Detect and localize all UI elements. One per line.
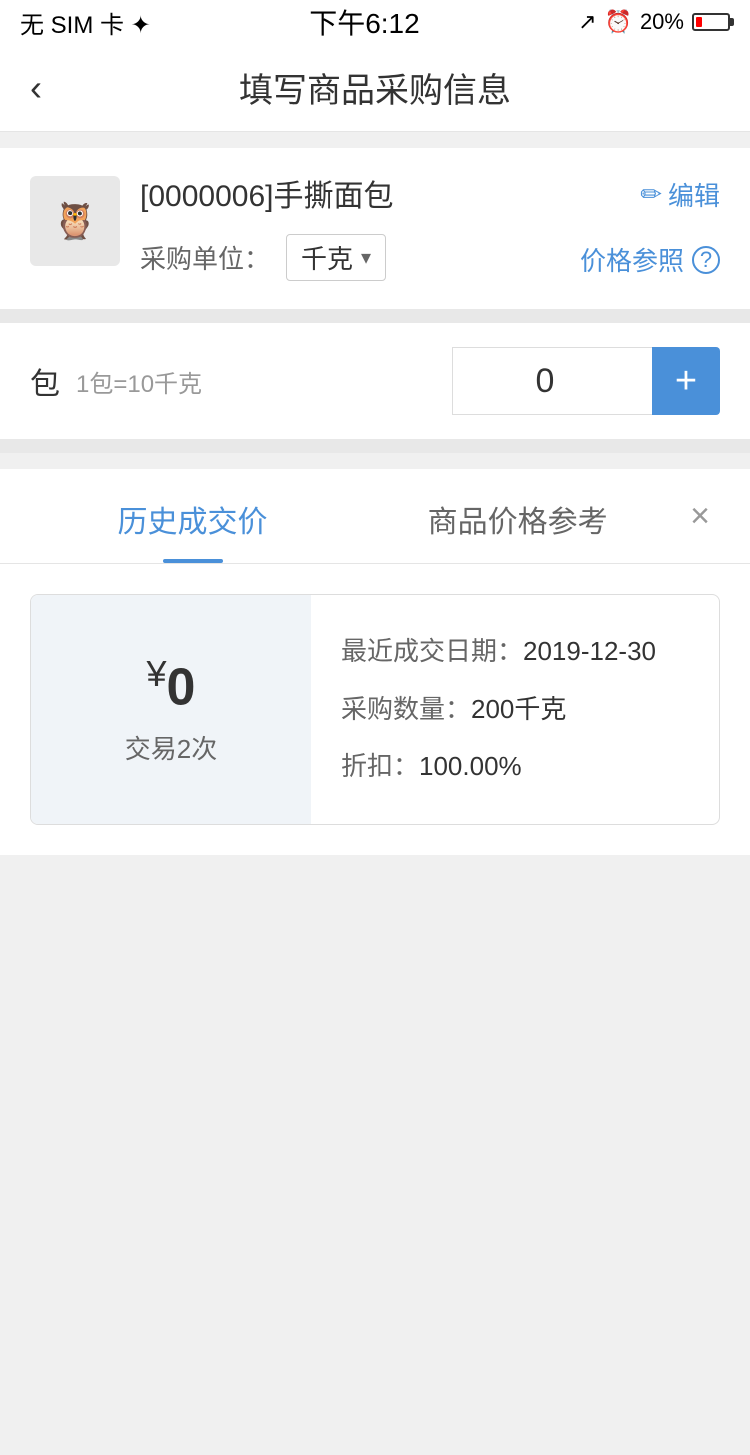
tab-section: 历史成交价 商品价格参考 × ¥0 交易2次 最近成交日期：2019-12-30…	[0, 469, 750, 855]
discount-value: 100.00%	[419, 751, 522, 781]
recent-date-value: 2019-12-30	[523, 636, 656, 666]
quantity-plus-button[interactable]: +	[652, 347, 720, 415]
battery-icon	[692, 13, 730, 31]
currency-symbol: ¥	[147, 653, 167, 694]
purchase-quantity-row: 采购数量：200千克	[341, 689, 689, 731]
status-time: 下午6:12	[309, 2, 420, 42]
main-background	[0, 855, 750, 1455]
bag-label: 包	[30, 359, 60, 403]
price-value: 0	[167, 658, 196, 716]
quantity-input-block: +	[452, 347, 720, 415]
edit-label: 编辑	[668, 176, 720, 213]
tab-close-button[interactable]: ×	[680, 487, 720, 546]
product-info: [0000006]手撕面包 采购单位： 千克 ▾	[140, 176, 580, 281]
back-button[interactable]: ‹	[20, 57, 52, 119]
transaction-times: 交易2次	[125, 729, 217, 766]
price-reference-button[interactable]: 价格参照 ?	[580, 241, 720, 278]
section-divider-2	[0, 439, 750, 453]
quantity-label: 采购数量：	[341, 694, 471, 724]
unit-value: 千克	[301, 239, 353, 276]
quantity-label-block: 包 1包=10千克	[30, 359, 202, 403]
product-thumbnail: 🦉	[30, 176, 120, 266]
sim-signal: 无 SIM 卡 ✦	[20, 5, 151, 40]
tab-historical-price[interactable]: 历史成交价	[30, 469, 355, 563]
product-name: [0000006]手撕面包	[140, 176, 580, 218]
page-title: 填写商品采购信息	[239, 63, 511, 112]
tab-content: ¥0 交易2次 最近成交日期：2019-12-30 采购数量：200千克 折扣：…	[0, 564, 750, 855]
location-icon: ↗	[578, 9, 596, 35]
discount-row: 折扣：100.00%	[341, 746, 689, 788]
product-section: 🦉 [0000006]手撕面包 采购单位： 千克 ▾ ✏ 编辑 价格参照	[0, 148, 750, 309]
tab-header: 历史成交价 商品价格参考 ×	[0, 469, 750, 564]
unit-selector[interactable]: 千克 ▾	[286, 234, 386, 281]
edit-button[interactable]: ✏ 编辑	[640, 176, 720, 213]
nav-bar: ‹ 填写商品采购信息	[0, 44, 750, 132]
section-divider	[0, 309, 750, 323]
battery-percent: 20%	[640, 9, 684, 35]
recent-date-label: 最近成交日期：	[341, 636, 523, 666]
transaction-price: ¥0	[147, 653, 196, 717]
help-icon: ?	[692, 246, 720, 274]
dropdown-arrow-icon: ▾	[361, 245, 371, 270]
battery-fill	[696, 17, 702, 27]
product-unit-row: 采购单位： 千克 ▾	[140, 234, 580, 281]
status-left: 无 SIM 卡 ✦	[20, 5, 151, 40]
product-logo-icon: 🦉	[53, 200, 98, 242]
quantity-value: 200千克	[471, 694, 566, 724]
transaction-details: 最近成交日期：2019-12-30 采购数量：200千克 折扣：100.00%	[311, 595, 719, 824]
discount-label: 折扣：	[341, 751, 419, 781]
price-ref-label: 价格参照	[580, 241, 684, 278]
edit-icon: ✏	[640, 179, 662, 210]
quantity-input[interactable]	[452, 347, 652, 415]
product-header: 🦉 [0000006]手撕面包 采购单位： 千克 ▾ ✏ 编辑 价格参照	[30, 176, 720, 281]
tab-product-price-reference[interactable]: 商品价格参考	[355, 469, 680, 563]
transaction-summary: ¥0 交易2次	[31, 595, 311, 824]
bag-ratio: 1包=10千克	[76, 364, 202, 399]
quantity-section: 包 1包=10千克 +	[0, 323, 750, 439]
unit-label: 采购单位：	[140, 239, 270, 276]
recent-date-row: 最近成交日期：2019-12-30	[341, 631, 689, 673]
status-bar: 无 SIM 卡 ✦ 下午6:12 ↗ ⏰ 20%	[0, 0, 750, 44]
product-left: 🦉 [0000006]手撕面包 采购单位： 千克 ▾	[30, 176, 580, 281]
alarm-icon: ⏰	[605, 9, 632, 35]
transaction-card: ¥0 交易2次 最近成交日期：2019-12-30 采购数量：200千克 折扣：…	[30, 594, 720, 825]
status-right: ↗ ⏰ 20%	[578, 9, 730, 35]
